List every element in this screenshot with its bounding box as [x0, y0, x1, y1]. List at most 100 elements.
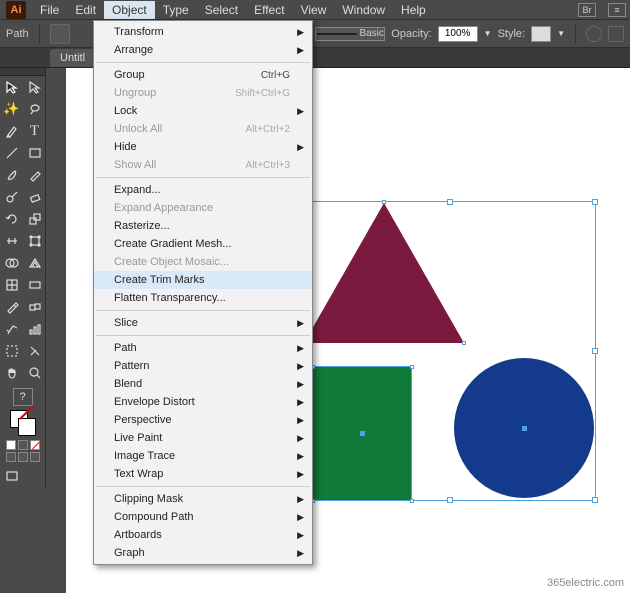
shape-builder-tool-icon[interactable] [0, 252, 23, 274]
menu-item-live-paint[interactable]: Live Paint▶ [94, 429, 312, 447]
menu-item-text-wrap[interactable]: Text Wrap▶ [94, 465, 312, 483]
menu-view[interactable]: View [293, 1, 335, 19]
artboard-tool-icon[interactable] [0, 340, 23, 362]
app-logo-icon: Ai [6, 1, 26, 19]
gradient-mode-icon[interactable] [18, 440, 28, 450]
draw-behind-icon[interactable] [18, 452, 28, 462]
fill-swatch[interactable] [50, 24, 70, 44]
blend-tool-icon[interactable] [23, 296, 46, 318]
menu-item-transform[interactable]: Transform▶ [94, 23, 312, 41]
hand-tool-icon[interactable] [0, 362, 23, 384]
menu-item-envelope-distort[interactable]: Envelope Distort▶ [94, 393, 312, 411]
none-mode-icon[interactable] [30, 440, 40, 450]
arrange-docs-icon[interactable]: ≡ [608, 3, 626, 17]
perspective-grid-tool-icon[interactable] [23, 252, 46, 274]
draw-inside-icon[interactable] [30, 452, 40, 462]
eraser-tool-icon[interactable] [23, 186, 46, 208]
width-tool-icon[interactable] [0, 230, 23, 252]
menu-item-compound-path[interactable]: Compound Path▶ [94, 508, 312, 526]
menu-help[interactable]: Help [393, 1, 434, 19]
recolor-icon[interactable] [586, 26, 602, 42]
submenu-arrow-icon: ▶ [297, 469, 304, 480]
submenu-arrow-icon: ▶ [297, 548, 304, 559]
menu-item-blend[interactable]: Blend▶ [94, 375, 312, 393]
menu-separator [96, 310, 310, 311]
color-mode-icon[interactable] [6, 440, 16, 450]
menu-item-expand[interactable]: Expand... [94, 181, 312, 199]
magic-wand-tool-icon[interactable]: ✨ [0, 98, 23, 120]
selection-bounding-box [304, 201, 596, 501]
menu-item-perspective[interactable]: Perspective▶ [94, 411, 312, 429]
mesh-tool-icon[interactable] [0, 274, 23, 296]
menu-select[interactable]: Select [197, 1, 246, 19]
style-label: Style: [498, 28, 526, 40]
menu-item-expand-appearance: Expand Appearance [94, 199, 312, 217]
menu-item-lock[interactable]: Lock▶ [94, 102, 312, 120]
lasso-tool-icon[interactable] [23, 98, 46, 120]
menu-file[interactable]: File [32, 1, 67, 19]
submenu-arrow-icon: ▶ [297, 379, 304, 390]
column-graph-tool-icon[interactable] [23, 318, 46, 340]
pen-tool-icon[interactable] [0, 120, 23, 142]
style-swatch[interactable] [531, 26, 551, 42]
free-transform-tool-icon[interactable] [23, 230, 46, 252]
gradient-tool-icon[interactable] [23, 274, 46, 296]
fill-stroke-proxy[interactable] [10, 410, 36, 436]
menu-window[interactable]: Window [334, 1, 393, 19]
menu-item-graph[interactable]: Graph▶ [94, 544, 312, 562]
blob-brush-tool-icon[interactable] [0, 186, 23, 208]
menu-item-slice[interactable]: Slice▶ [94, 314, 312, 332]
menu-item-hide[interactable]: Hide▶ [94, 138, 312, 156]
menu-item-image-trace[interactable]: Image Trace▶ [94, 447, 312, 465]
menu-separator [96, 177, 310, 178]
scale-tool-icon[interactable] [23, 208, 46, 230]
rotate-tool-icon[interactable] [0, 208, 23, 230]
eyedropper-tool-icon[interactable] [0, 296, 23, 318]
menu-object[interactable]: Object [104, 1, 155, 19]
screen-mode-icon[interactable] [0, 464, 23, 488]
object-menu-dropdown: Transform▶Arrange▶GroupCtrl+GUngroupShif… [93, 20, 313, 565]
menu-item-clipping-mask[interactable]: Clipping Mask▶ [94, 490, 312, 508]
menu-item-path[interactable]: Path▶ [94, 339, 312, 357]
menu-item-group[interactable]: GroupCtrl+G [94, 66, 312, 84]
menu-item-arrange[interactable]: Arrange▶ [94, 41, 312, 59]
menu-item-pattern[interactable]: Pattern▶ [94, 357, 312, 375]
menu-edit[interactable]: Edit [67, 1, 104, 19]
menu-item-flatten-transparency[interactable]: Flatten Transparency... [94, 289, 312, 307]
submenu-arrow-icon: ▶ [297, 106, 304, 117]
symbol-sprayer-tool-icon[interactable] [0, 318, 23, 340]
rectangle-tool-icon[interactable] [23, 142, 46, 164]
panel-grip-icon[interactable] [0, 68, 45, 76]
panel-icon[interactable] [608, 26, 624, 42]
stroke-profile-dropdown[interactable]: Basic [315, 27, 385, 41]
pencil-tool-icon[interactable] [23, 164, 46, 186]
submenu-arrow-icon: ▶ [297, 433, 304, 444]
menu-type[interactable]: Type [155, 1, 197, 19]
type-tool-icon[interactable]: T [23, 120, 46, 142]
menu-item-rasterize[interactable]: Rasterize... [94, 217, 312, 235]
stroke-color-icon[interactable] [18, 418, 36, 436]
paintbrush-tool-icon[interactable] [0, 164, 23, 186]
slice-tool-icon[interactable] [23, 340, 46, 362]
draw-normal-icon[interactable] [6, 452, 16, 462]
menu-bar: Ai FileEditObjectTypeSelectEffectViewWin… [0, 0, 630, 20]
zoom-tool-icon[interactable] [23, 362, 46, 384]
submenu-arrow-icon: ▶ [297, 27, 304, 38]
submenu-arrow-icon: ▶ [297, 318, 304, 329]
menu-item-create-gradient-mesh[interactable]: Create Gradient Mesh... [94, 235, 312, 253]
tools-panel: ✨ T ? [0, 68, 46, 488]
menu-item-create-trim-marks[interactable]: Create Trim Marks [94, 271, 312, 289]
menu-separator [96, 335, 310, 336]
direct-selection-tool-icon[interactable] [23, 76, 46, 98]
opacity-input[interactable]: 100% [438, 26, 478, 42]
menu-item-artboards[interactable]: Artboards▶ [94, 526, 312, 544]
help-icon[interactable]: ? [13, 388, 33, 406]
line-tool-icon[interactable] [0, 142, 23, 164]
submenu-arrow-icon: ▶ [297, 494, 304, 505]
menu-effect[interactable]: Effect [246, 1, 292, 19]
submenu-arrow-icon: ▶ [297, 451, 304, 462]
submenu-arrow-icon: ▶ [297, 530, 304, 541]
bridge-icon[interactable]: Br [578, 3, 596, 17]
document-tab[interactable]: Untitl [50, 49, 95, 67]
selection-tool-icon[interactable] [0, 76, 23, 98]
